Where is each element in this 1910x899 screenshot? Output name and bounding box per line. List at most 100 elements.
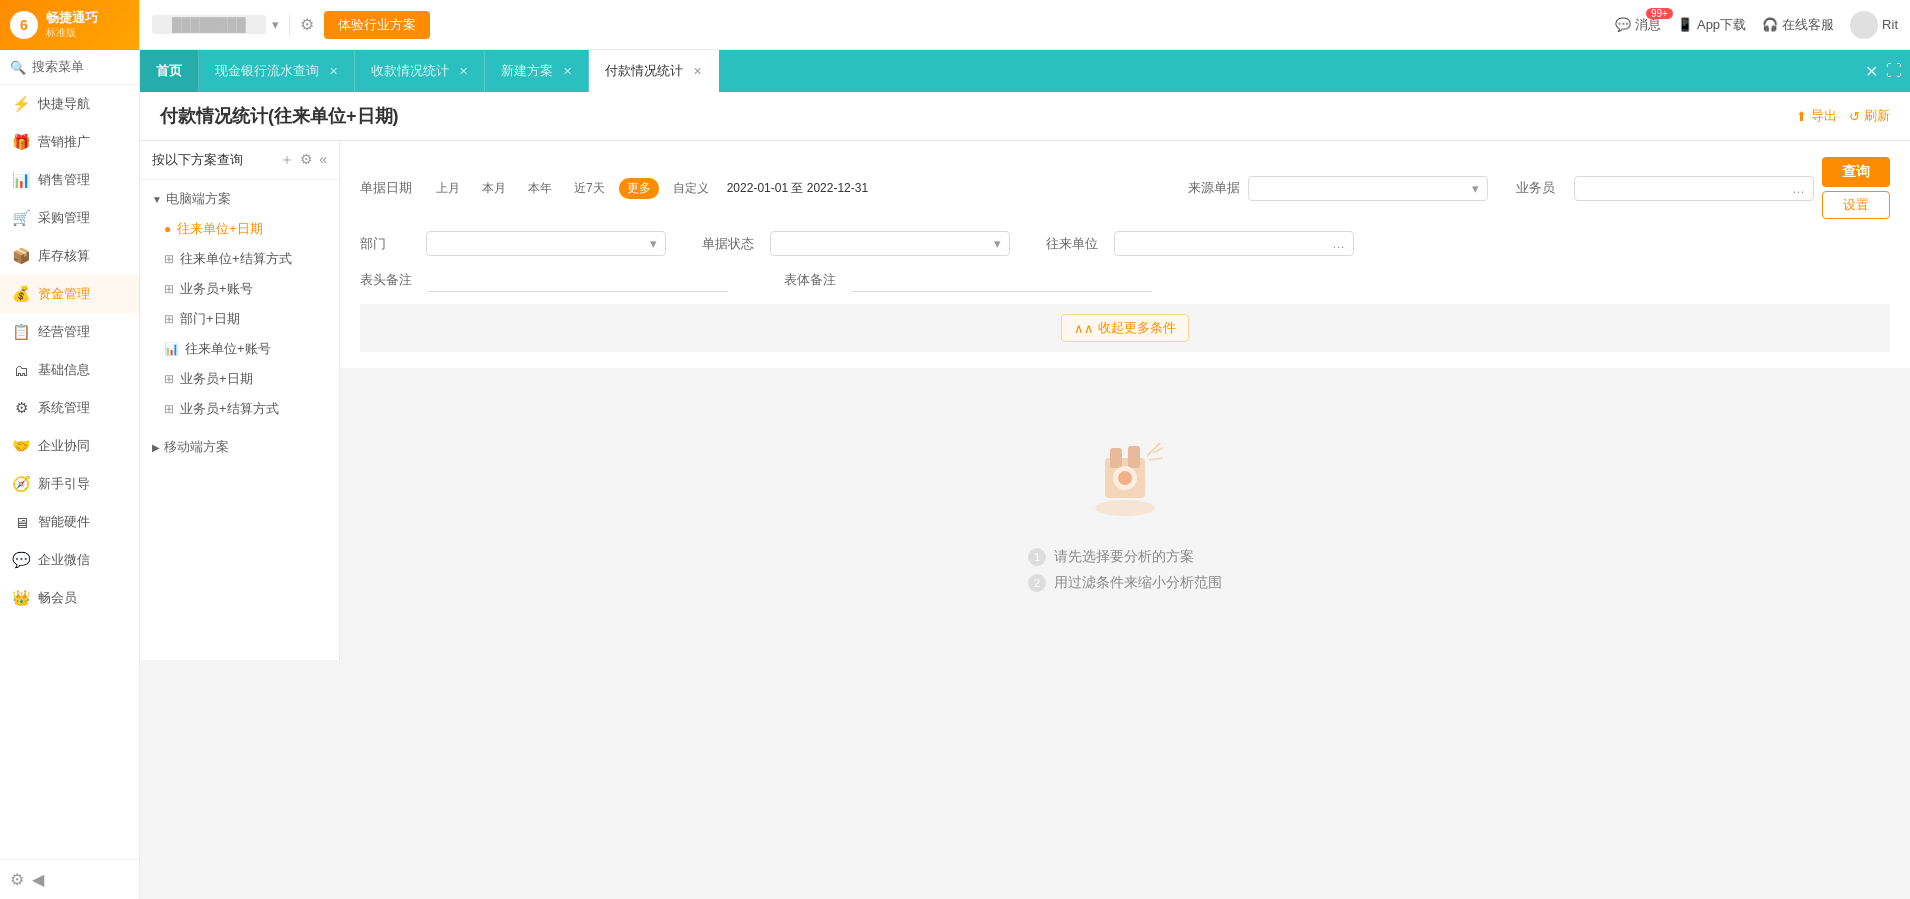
scheme-panel: 按以下方案查询 ＋ ⚙ « ▼ 电脑端方案 ● 往来单位+日期 (140, 141, 340, 660)
date-option-custom[interactable]: 自定义 (665, 178, 717, 199)
scheme-mobile-group-header[interactable]: ▶ 移动端方案 (140, 432, 339, 462)
scheme-item-table5-icon: ⊞ (164, 402, 174, 416)
dept-select[interactable]: ▾ (426, 231, 666, 256)
date-option-more[interactable]: 更多 (619, 178, 659, 199)
tab-payment-stats[interactable]: 付款情况统计 ✕ (589, 50, 719, 92)
user-avatar-area[interactable]: Rit (1850, 11, 1898, 39)
tab-new-scheme[interactable]: 新建方案 ✕ (485, 50, 589, 92)
tab-cash-flow[interactable]: 现金银行流水查询 ✕ (199, 50, 355, 92)
sidebar-item-purchase[interactable]: 🛒 采购管理 (0, 199, 139, 237)
new-scheme-close-icon[interactable]: ✕ (563, 65, 572, 78)
trial-btn[interactable]: 体验行业方案 (324, 11, 430, 39)
new-scheme-tab-label: 新建方案 (501, 62, 553, 80)
home-tab-label: 首页 (156, 62, 182, 80)
scheme-item-staff-settlement[interactable]: ⊞ 业务员+结算方式 (140, 394, 339, 424)
wechat-icon: 💬 (12, 551, 30, 569)
sidebar-item-member[interactable]: 👑 畅会员 (0, 579, 139, 617)
scheme-header-label: 按以下方案查询 (152, 151, 243, 169)
sidebar-search[interactable]: 🔍 搜索菜单 (0, 50, 139, 85)
scheme-pc-group-header[interactable]: ▼ 电脑端方案 (140, 184, 339, 214)
sidebar-item-hardware[interactable]: 🖥 智能硬件 (0, 503, 139, 541)
source-doc-dropdown-icon: ▾ (1472, 181, 1479, 196)
dept-dropdown-icon: ▾ (650, 236, 657, 251)
sidebar-item-label: 库存核算 (38, 247, 90, 265)
counterpart-label: 往来单位 (1046, 235, 1098, 253)
app-download-label: App下载 (1697, 16, 1746, 34)
svg-line-6 (1147, 443, 1160, 456)
payment-stats-close-icon[interactable]: ✕ (693, 65, 702, 78)
scheme-item-label: 业务员+结算方式 (180, 400, 279, 418)
sidebar-item-operations[interactable]: 📋 经营管理 (0, 313, 139, 351)
sidebar-item-marketing[interactable]: 🎁 营销推广 (0, 123, 139, 161)
right-panel: 单据日期 上月 本月 本年 近7天 更多 自定义 2022-01-01 至 20… (340, 141, 1910, 660)
message-btn[interactable]: 💬 消息 99+ (1615, 16, 1661, 34)
scheme-item-counterpart-date[interactable]: ● 往来单位+日期 (140, 214, 339, 244)
filter-row-3: 表头备注 表体备注 (360, 268, 1890, 292)
sidebar-item-label: 资金管理 (38, 285, 90, 303)
app-icon: 📱 (1677, 17, 1693, 32)
scheme-item-label: 往来单位+账号 (185, 340, 271, 358)
online-service-btn[interactable]: 🎧 在线客服 (1762, 16, 1834, 34)
date-option-this-year[interactable]: 本年 (520, 178, 560, 199)
doc-status-label: 单据状态 (702, 235, 754, 253)
staff-dropdown-icon: … (1792, 181, 1805, 196)
sidebar-item-system[interactable]: ⚙ 系统管理 (0, 389, 139, 427)
footer-collapse-icon[interactable]: ◀ (32, 870, 44, 889)
query-btn[interactable]: 查询 (1822, 157, 1890, 187)
tabs-expand-btn[interactable]: ⛶ (1886, 62, 1902, 80)
date-option-last-month[interactable]: 上月 (428, 178, 468, 199)
counterpart-select[interactable]: … (1114, 231, 1354, 256)
system-icon: ⚙ (12, 399, 30, 417)
scheme-item-counterpart-account[interactable]: 📊 往来单位+账号 (140, 334, 339, 364)
settings-small-btn[interactable]: 设置 (1822, 191, 1890, 219)
sidebar-item-collab[interactable]: 🤝 企业协同 (0, 427, 139, 465)
sidebar-item-guide[interactable]: 🧭 新手引导 (0, 465, 139, 503)
refresh-label: 刷新 (1864, 107, 1890, 125)
sidebar: 6 畅捷通巧 标准版 🔍 搜索菜单 ⚡ 快捷导航 🎁 营销推广 📊 销售管理 🛒… (0, 0, 140, 899)
app-download-btn[interactable]: 📱 App下载 (1677, 16, 1746, 34)
empty-icon (1075, 428, 1175, 528)
source-doc-select[interactable]: ▾ (1248, 176, 1488, 201)
sidebar-item-wechat[interactable]: 💬 企业微信 (0, 541, 139, 579)
sidebar-item-quick-nav[interactable]: ⚡ 快捷导航 (0, 85, 139, 123)
header-note-input[interactable] (428, 268, 728, 292)
scheme-collapse-icon[interactable]: « (319, 151, 327, 169)
sidebar-item-basic-info[interactable]: 🗂 基础信息 (0, 351, 139, 389)
body-note-input[interactable] (852, 268, 1152, 292)
hint-text-2: 用过滤条件来缩小分析范围 (1054, 574, 1222, 592)
footer-settings-icon[interactable]: ⚙ (10, 870, 24, 889)
date-option-last-7days[interactable]: 近7天 (566, 178, 613, 199)
refresh-btn[interactable]: ↺ 刷新 (1849, 107, 1890, 125)
receipt-stats-close-icon[interactable]: ✕ (459, 65, 468, 78)
tab-receipt-stats[interactable]: 收款情况统计 ✕ (355, 50, 485, 92)
cash-flow-close-icon[interactable]: ✕ (329, 65, 338, 78)
tabs-close-btn[interactable]: ✕ (1865, 62, 1878, 81)
settings-icon[interactable]: ⚙ (300, 15, 314, 34)
scheme-add-icon[interactable]: ＋ (280, 151, 294, 169)
content-area: 付款情况统计(往来单位+日期) ⬆ 导出 ↺ 刷新 按以下方案查询 ＋ (140, 92, 1910, 899)
empty-hints: 1 请先选择要分析的方案 2 用过滤条件来缩小分析范围 (1028, 548, 1222, 600)
scheme-item-dept-date[interactable]: ⊞ 部门+日期 (140, 304, 339, 334)
scheme-settings-icon[interactable]: ⚙ (300, 151, 313, 169)
basic-info-icon: 🗂 (12, 361, 30, 379)
collapse-btn[interactable]: ∧∧ 收起更多条件 (1061, 314, 1189, 342)
scheme-item-counterpart-settlement[interactable]: ⊞ 往来单位+结算方式 (140, 244, 339, 274)
scheme-header-icons: ＋ ⚙ « (280, 151, 327, 169)
purchase-icon: 🛒 (12, 209, 30, 227)
staff-select[interactable]: … (1574, 176, 1814, 201)
scheme-item-staff-date[interactable]: ⊞ 业务员+日期 (140, 364, 339, 394)
company-selector[interactable]: ████████ ▾ (152, 15, 279, 34)
receipt-stats-tab-label: 收款情况统计 (371, 62, 449, 80)
sidebar-item-sales[interactable]: 📊 销售管理 (0, 161, 139, 199)
sidebar-item-label: 系统管理 (38, 399, 90, 417)
date-option-this-month[interactable]: 本月 (474, 178, 514, 199)
search-icon: 🔍 (10, 60, 26, 75)
sidebar-item-finance[interactable]: 💰 资金管理 (0, 275, 139, 313)
sidebar-item-inventory[interactable]: 📦 库存核算 (0, 237, 139, 275)
body-note-label: 表体备注 (784, 271, 836, 289)
export-btn[interactable]: ⬆ 导出 (1796, 107, 1837, 125)
sidebar-item-label: 营销推广 (38, 133, 90, 151)
scheme-item-staff-account[interactable]: ⊞ 业务员+账号 (140, 274, 339, 304)
tab-home[interactable]: 首页 (140, 50, 199, 92)
doc-status-select[interactable]: ▾ (770, 231, 1010, 256)
